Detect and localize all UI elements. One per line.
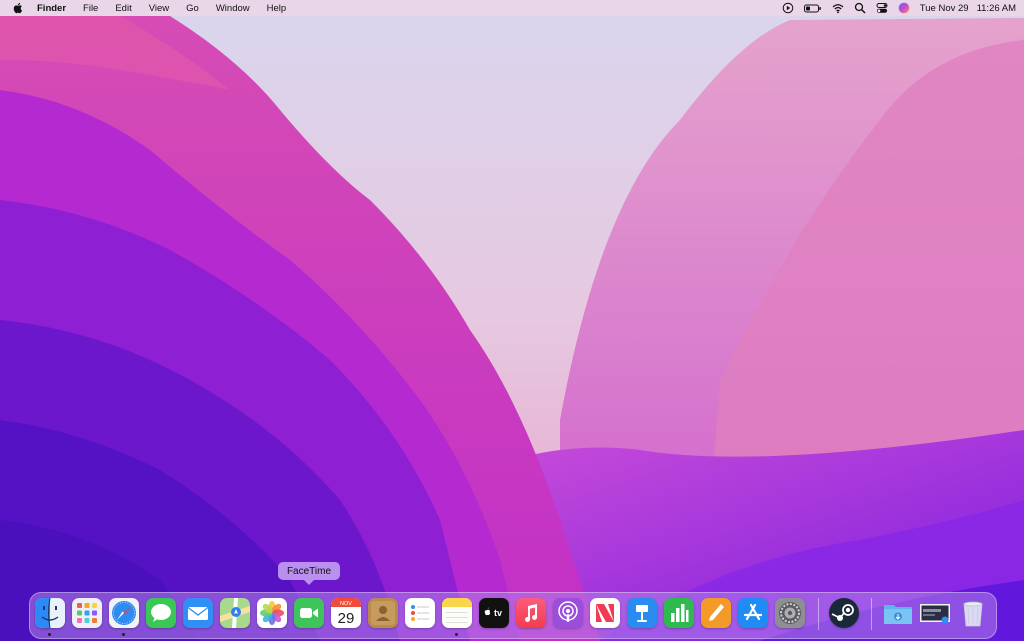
screenshot-thumbnail-icon — [920, 604, 950, 624]
running-indicator-finder — [48, 633, 51, 636]
dock-facetime[interactable] — [294, 598, 324, 628]
system-preferences-icon — [775, 598, 805, 628]
control-center-icon[interactable] — [876, 2, 888, 14]
menubar-clock[interactable]: Tue Nov 29 11:26 AM — [920, 3, 1016, 14]
menu-window[interactable]: Window — [216, 3, 250, 14]
dock-launchpad[interactable] — [72, 598, 102, 628]
menu-help[interactable]: Help — [267, 3, 287, 14]
contacts-icon — [368, 598, 398, 628]
apple-menu-icon[interactable] — [12, 2, 23, 14]
running-indicator-safari — [122, 633, 125, 636]
clock-date: Tue Nov 29 — [919, 2, 969, 14]
dock-news[interactable] — [590, 598, 620, 628]
dock-music[interactable] — [516, 598, 546, 628]
tooltip-arrow — [304, 580, 314, 585]
reminders-icon — [405, 598, 435, 628]
clock-time: 11:26 AM — [976, 2, 1016, 14]
messages-icon — [146, 598, 176, 628]
menu-view[interactable]: View — [149, 3, 169, 14]
dock-separator — [818, 598, 819, 630]
dock-pages[interactable] — [701, 598, 731, 628]
maps-icon — [220, 598, 250, 628]
battery-icon[interactable] — [803, 2, 822, 14]
dock-mail[interactable] — [183, 598, 213, 628]
dock-reminders[interactable] — [405, 598, 435, 628]
downloads-folder-icon — [884, 605, 912, 624]
tv-icon: tv — [479, 598, 509, 628]
safari-icon — [109, 598, 139, 628]
trash-icon — [963, 601, 983, 627]
steam-icon — [829, 598, 859, 628]
menu-edit[interactable]: Edit — [115, 3, 131, 14]
menu-go[interactable]: Go — [186, 3, 199, 14]
menu-file[interactable]: File — [83, 3, 98, 14]
music-icon — [516, 598, 546, 628]
running-indicator-notes — [455, 633, 458, 636]
screen-record-icon[interactable] — [782, 2, 794, 14]
launchpad-icon — [72, 598, 102, 628]
dock-tooltip: FaceTime — [278, 562, 340, 580]
dock-keynote[interactable] — [627, 598, 657, 628]
dock-photos[interactable] — [257, 598, 287, 628]
spotlight-icon[interactable] — [854, 2, 866, 14]
tv-label: tv — [494, 608, 502, 618]
calendar-month: NOV — [340, 601, 352, 607]
dock-screenshot[interactable] — [920, 598, 950, 628]
photos-icon — [257, 598, 287, 628]
siri-icon[interactable] — [898, 2, 910, 14]
dock-maps[interactable] — [220, 598, 250, 628]
dock-steam[interactable] — [829, 598, 859, 628]
pages-icon — [701, 598, 731, 628]
dock-notes[interactable] — [442, 598, 472, 628]
dock-app-store[interactable] — [738, 598, 768, 628]
mail-icon — [183, 598, 213, 628]
dock-numbers[interactable] — [664, 598, 694, 628]
dock-contacts[interactable] — [368, 598, 398, 628]
calendar-icon: NOV 29 — [331, 598, 361, 628]
dock-messages[interactable] — [146, 598, 176, 628]
keynote-icon — [627, 598, 657, 628]
numbers-icon — [664, 598, 694, 628]
dock-system-preferences[interactable] — [775, 598, 805, 628]
dock-calendar[interactable]: NOV 29 — [331, 598, 361, 628]
dock-separator-2 — [871, 598, 872, 630]
dock-trash[interactable] — [958, 598, 988, 628]
wifi-icon[interactable] — [832, 2, 844, 14]
news-icon — [590, 598, 620, 628]
notes-icon — [442, 598, 472, 628]
podcasts-icon — [553, 598, 583, 628]
desktop-wallpaper — [0, 0, 1024, 641]
app-store-icon — [738, 598, 768, 628]
facetime-icon — [294, 598, 324, 628]
dock-finder[interactable] — [35, 598, 65, 628]
menu-app-finder[interactable]: Finder — [37, 3, 66, 14]
dock-podcasts[interactable] — [553, 598, 583, 628]
calendar-day: 29 — [338, 610, 355, 627]
dock-tv[interactable]: tv — [479, 598, 509, 628]
finder-icon — [35, 598, 65, 628]
dock-safari[interactable] — [109, 598, 139, 628]
menu-bar: Finder File Edit View Go Window Help Tue… — [0, 0, 1024, 16]
dock-downloads[interactable] — [883, 598, 913, 628]
